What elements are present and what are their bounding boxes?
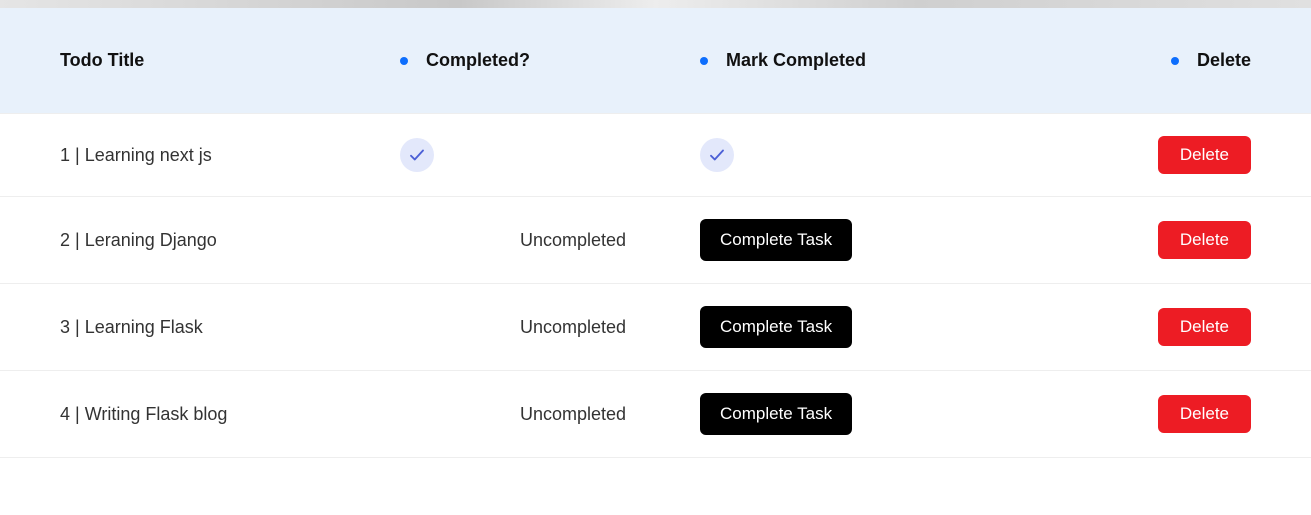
header-mark-label: Mark Completed — [726, 50, 866, 71]
table-row: 2 | Leraning DjangoUncompleted Complete T… — [0, 197, 1311, 284]
complete-task-button[interactable]: Complete Task — [700, 393, 852, 435]
bullet-dot-icon — [400, 57, 408, 65]
uncompleted-label: Uncompleted — [400, 317, 626, 338]
uncompleted-label: Uncompleted — [400, 404, 626, 425]
todo-title: 4 | Writing Flask blog — [60, 404, 400, 425]
header-title-label: Todo Title — [60, 50, 144, 71]
delete-cell: Delete — [1080, 221, 1251, 259]
completed-cell: Uncompleted — [400, 230, 700, 251]
completed-cell: Uncompleted — [400, 317, 700, 338]
todo-title: 2 | Leraning Django — [60, 230, 400, 251]
mark-cell: Complete Task — [700, 219, 1080, 261]
delete-button[interactable]: Delete — [1158, 308, 1251, 346]
todo-table: Todo Title Completed? Mark Completed Del… — [0, 8, 1311, 458]
table-body: 1 | Learning next jsDelete2 | Leraning D… — [0, 113, 1311, 458]
uncompleted-label: Uncompleted — [400, 230, 626, 251]
table-row: 4 | Writing Flask blogUncompleted Complet… — [0, 371, 1311, 458]
bullet-dot-icon — [700, 57, 708, 65]
delete-button[interactable]: Delete — [1158, 136, 1251, 174]
delete-cell: Delete — [1080, 136, 1251, 174]
delete-cell: Delete — [1080, 395, 1251, 433]
header-mark-col: Mark Completed — [700, 50, 1080, 71]
complete-task-button[interactable]: Complete Task — [700, 219, 852, 261]
decorative-top-strip — [0, 0, 1311, 8]
todo-title: 1 | Learning next js — [60, 145, 400, 166]
delete-cell: Delete — [1080, 308, 1251, 346]
table-row: 3 | Learning FlaskUncompleted Complete Ta… — [0, 284, 1311, 371]
header-title-col: Todo Title — [60, 50, 400, 71]
delete-button[interactable]: Delete — [1158, 395, 1251, 433]
header-completed-label: Completed? — [426, 50, 530, 71]
complete-task-button[interactable]: Complete Task — [700, 306, 852, 348]
mark-cell — [700, 138, 1080, 172]
completed-cell — [400, 138, 700, 172]
bullet-dot-icon — [1171, 57, 1179, 65]
header-delete-label: Delete — [1197, 50, 1251, 71]
check-icon — [400, 138, 434, 172]
mark-cell: Complete Task — [700, 306, 1080, 348]
todo-title: 3 | Learning Flask — [60, 317, 400, 338]
completed-cell: Uncompleted — [400, 404, 700, 425]
table-row: 1 | Learning next js Delete — [0, 113, 1311, 197]
delete-button[interactable]: Delete — [1158, 221, 1251, 259]
mark-cell: Complete Task — [700, 393, 1080, 435]
table-header: Todo Title Completed? Mark Completed Del… — [0, 8, 1311, 113]
check-icon — [700, 138, 734, 172]
header-completed-col: Completed? — [400, 50, 700, 71]
header-delete-col: Delete — [1080, 50, 1251, 71]
